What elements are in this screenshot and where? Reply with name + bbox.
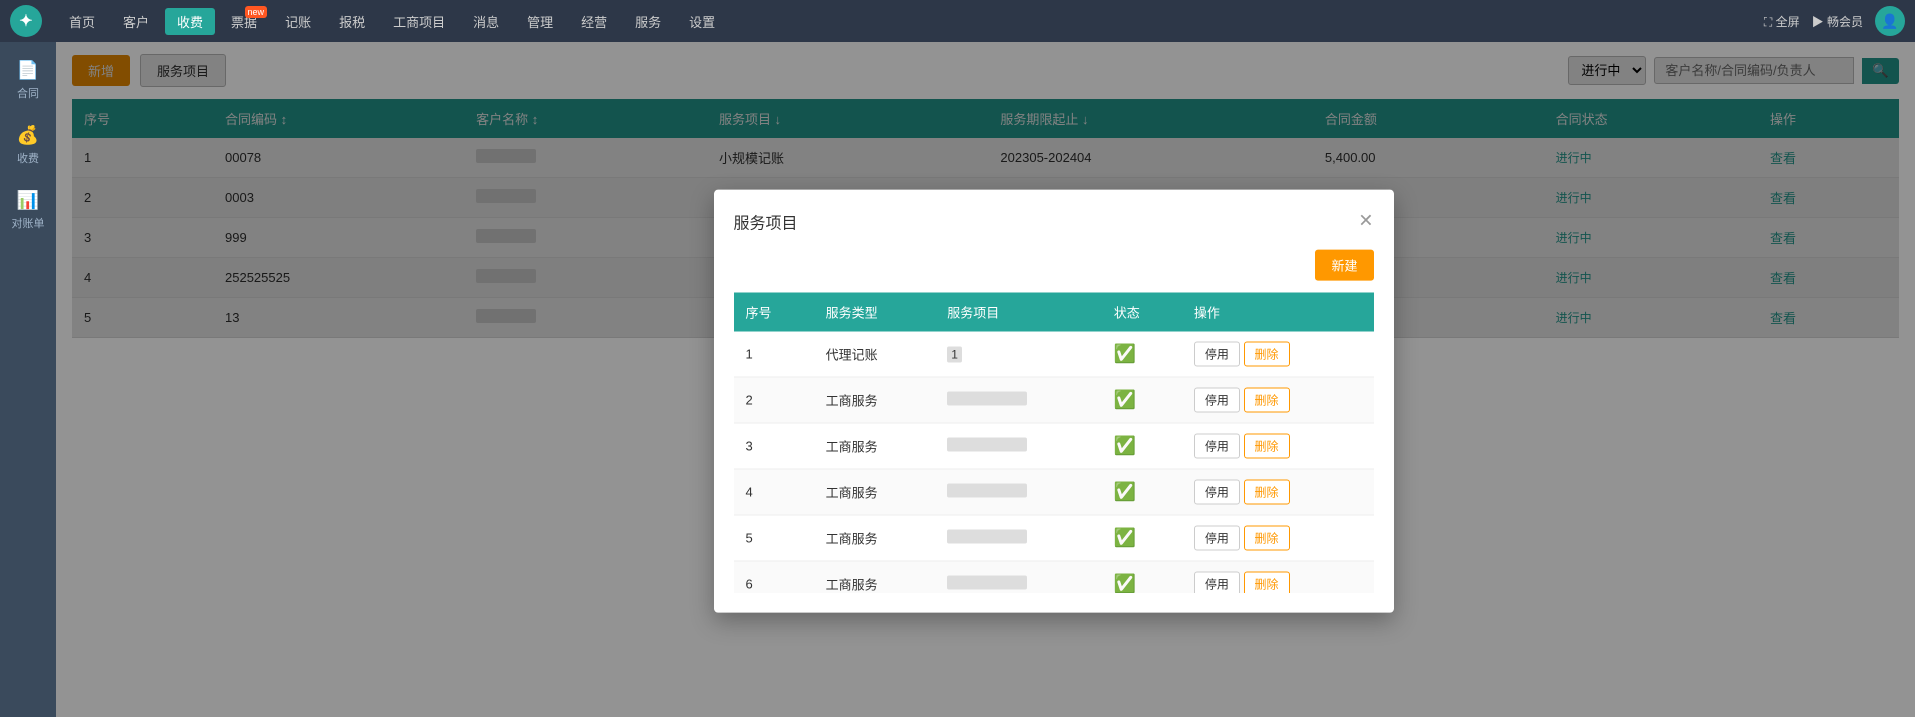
content-area: 新增 服务项目 进行中 已结束 全部 🔍 序号 合同编码 ↕: [56, 42, 1915, 717]
stop-button[interactable]: 停用: [1194, 433, 1240, 458]
sidebar-item-charge[interactable]: 💰 收费: [2, 117, 54, 174]
modal-cell-type: 工商服务: [814, 423, 936, 469]
nav-item-home[interactable]: 首页: [57, 8, 107, 35]
modal-cell-project: [935, 469, 1102, 515]
modal-cell-actions: 停用 删除: [1182, 469, 1374, 515]
modal-toolbar: 新建: [734, 249, 1374, 280]
delete-button[interactable]: 删除: [1244, 387, 1290, 412]
main-layout: 📄 合同 💰 收费 📊 对账单 新增 服务项目 进行中 已结束 全部: [0, 42, 1915, 717]
modal-cell-actions: 停用 删除: [1182, 331, 1374, 377]
new-badge: new: [245, 6, 268, 19]
modal-table-row: 3 工商服务 ✅ 停用 删除: [734, 423, 1374, 469]
modal-cell-project: [935, 377, 1102, 423]
stop-button[interactable]: 停用: [1194, 387, 1240, 412]
nav-item-tax[interactable]: 报税: [327, 8, 377, 35]
app-logo: ✦: [10, 5, 42, 37]
modal-cell-type: 代理记账: [814, 331, 936, 377]
modal-cell-status: ✅: [1102, 377, 1182, 423]
nav-item-charge[interactable]: 收费: [165, 8, 215, 35]
sidebar: 📄 合同 💰 收费 📊 对账单: [0, 42, 56, 717]
sidebar-item-reconciliation-label: 对账单: [12, 215, 45, 231]
stop-button[interactable]: 停用: [1194, 479, 1240, 504]
modal-cell-seq: 2: [734, 377, 814, 423]
modal-cell-actions: 停用 删除: [1182, 423, 1374, 469]
avatar[interactable]: 👤: [1875, 6, 1905, 36]
modal-col-status: 状态: [1102, 292, 1182, 331]
charge-icon: 💰: [17, 125, 39, 146]
modal-cell-actions: 停用 删除: [1182, 515, 1374, 561]
modal-table-row: 5 工商服务 ✅ 停用 删除: [734, 515, 1374, 561]
modal-cell-type: 工商服务: [814, 515, 936, 561]
modal-cell-project: [935, 561, 1102, 593]
sidebar-item-reconciliation[interactable]: 📊 对账单: [2, 182, 54, 239]
modal-cell-actions: 停用 删除: [1182, 561, 1374, 593]
stop-button[interactable]: 停用: [1194, 341, 1240, 366]
reconciliation-icon: 📊: [17, 190, 39, 211]
modal-cell-type: 工商服务: [814, 561, 936, 593]
stop-button[interactable]: 停用: [1194, 525, 1240, 550]
vip-btn[interactable]: ▶ 畅会员: [1812, 13, 1863, 30]
modal-cell-seq: 1: [734, 331, 814, 377]
modal-cell-status: ✅: [1102, 469, 1182, 515]
modal-cell-seq: 4: [734, 469, 814, 515]
modal-table-row: 1 代理记账 1 ✅ 停用 删除: [734, 331, 1374, 377]
top-nav: ✦ 首页 客户 收费 票据 new 记账 报税 工商项目 消息 管理 经营 服务…: [0, 0, 1915, 42]
nav-item-ticket[interactable]: 票据 new: [219, 8, 269, 35]
modal-cell-type: 工商服务: [814, 377, 936, 423]
modal-col-action: 操作: [1182, 292, 1374, 331]
modal-scroll[interactable]: 序号 服务类型 服务项目 状态 操作 1 代理记账 1 ✅ 停用 删除 2 工商…: [734, 292, 1374, 592]
service-modal: 服务项目 ✕ 新建 序号 服务类型 服务项目 状态 操作: [714, 189, 1394, 612]
delete-button[interactable]: 删除: [1244, 433, 1290, 458]
modal-table-row: 4 工商服务 ✅ 停用 删除: [734, 469, 1374, 515]
modal-cell-seq: 3: [734, 423, 814, 469]
modal-new-button[interactable]: 新建: [1315, 249, 1373, 280]
fullscreen-btn[interactable]: ⛶ 全屏: [1764, 13, 1800, 30]
right-actions: ⛶ 全屏 ▶ 畅会员 👤: [1764, 6, 1905, 36]
sidebar-item-contract[interactable]: 📄 合同: [2, 52, 54, 109]
modal-cell-seq: 6: [734, 561, 814, 593]
sidebar-item-charge-label: 收费: [17, 150, 39, 166]
modal-title: 服务项目: [734, 209, 798, 233]
modal-cell-type: 工商服务: [814, 469, 936, 515]
modal-table: 序号 服务类型 服务项目 状态 操作 1 代理记账 1 ✅ 停用 删除 2 工商…: [734, 292, 1374, 592]
modal-cell-actions: 停用 删除: [1182, 377, 1374, 423]
modal-header: 服务项目 ✕: [734, 209, 1374, 233]
contract-icon: 📄: [17, 60, 39, 81]
nav-item-settings[interactable]: 设置: [677, 8, 727, 35]
modal-table-row: 2 工商服务 ✅ 停用 删除: [734, 377, 1374, 423]
nav-item-service[interactable]: 服务: [623, 8, 673, 35]
delete-button[interactable]: 删除: [1244, 571, 1290, 592]
sidebar-item-contract-label: 合同: [17, 85, 39, 101]
nav-item-client[interactable]: 客户: [111, 8, 161, 35]
modal-cell-status: ✅: [1102, 561, 1182, 593]
modal-cell-status: ✅: [1102, 515, 1182, 561]
delete-button[interactable]: 删除: [1244, 479, 1290, 504]
modal-col-seq: 序号: [734, 292, 814, 331]
delete-button[interactable]: 删除: [1244, 525, 1290, 550]
stop-button[interactable]: 停用: [1194, 571, 1240, 592]
nav-item-operation[interactable]: 经营: [569, 8, 619, 35]
modal-col-project: 服务项目: [935, 292, 1102, 331]
nav-item-message[interactable]: 消息: [461, 8, 511, 35]
modal-cell-project: 1: [935, 331, 1102, 377]
modal-cell-status: ✅: [1102, 331, 1182, 377]
delete-button[interactable]: 删除: [1244, 341, 1290, 366]
modal-cell-project: [935, 423, 1102, 469]
modal-col-type: 服务类型: [814, 292, 936, 331]
nav-items: 首页 客户 收费 票据 new 记账 报税 工商项目 消息 管理 经营 服务 设…: [57, 8, 1764, 35]
modal-close-button[interactable]: ✕: [1358, 211, 1373, 232]
modal-cell-project: [935, 515, 1102, 561]
modal-table-row: 6 工商服务 ✅ 停用 删除: [734, 561, 1374, 593]
nav-item-bookkeeping[interactable]: 记账: [273, 8, 323, 35]
nav-item-manage[interactable]: 管理: [515, 8, 565, 35]
modal-cell-seq: 5: [734, 515, 814, 561]
nav-item-commerce[interactable]: 工商项目: [381, 8, 457, 35]
modal-cell-status: ✅: [1102, 423, 1182, 469]
